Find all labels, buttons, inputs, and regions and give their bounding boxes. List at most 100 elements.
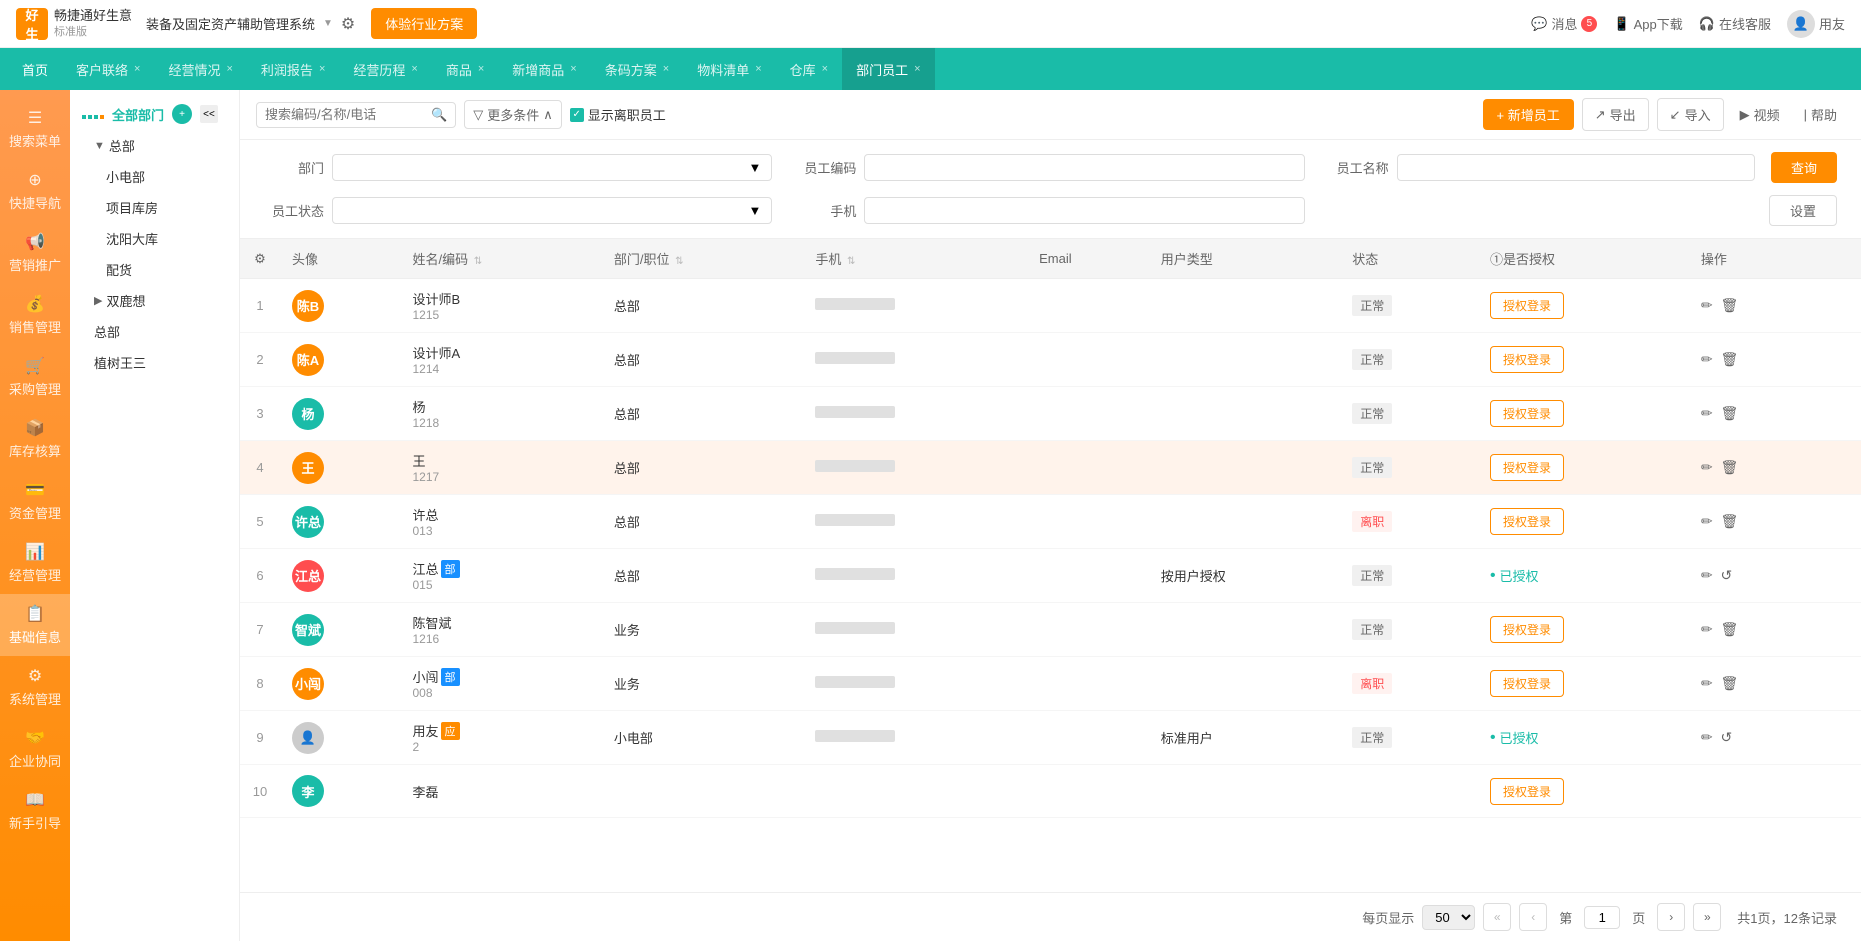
dept-item-zongbu[interactable]: 总部 <box>78 316 239 347</box>
show-resigned-checkbox[interactable]: ✓ 显示离职员工 <box>570 105 666 124</box>
settings-button[interactable]: 设置 <box>1769 195 1837 226</box>
auth-btn-5[interactable]: 授权登录 <box>1490 508 1564 535</box>
delete-btn-8[interactable]: 🗑 <box>1721 675 1739 692</box>
auth-btn-1[interactable]: 授权登录 <box>1490 292 1564 319</box>
edit-btn-5[interactable]: ✏ <box>1701 513 1713 530</box>
service-item[interactable]: 🎧 在线客服 <box>1699 14 1771 33</box>
delete-btn-3[interactable]: 🗑 <box>1721 405 1739 422</box>
tab-goods[interactable]: 商品 × <box>432 48 498 90</box>
delete-btn-1[interactable]: 🗑 <box>1721 297 1739 314</box>
dept-item-project[interactable]: 项目库房 <box>78 192 239 223</box>
tab-employees-close[interactable]: × <box>914 63 920 75</box>
sidebar-item-collab[interactable]: 🤝 企业协同 <box>0 718 70 780</box>
tab-goods-close[interactable]: × <box>478 63 484 75</box>
tab-employees[interactable]: 部门员工 × <box>842 48 934 90</box>
dept-filter-select[interactable]: ▼ <box>332 154 772 181</box>
tab-barcode[interactable]: 条码方案 × <box>591 48 683 90</box>
auth-btn-4[interactable]: 授权登录 <box>1490 454 1564 481</box>
view-btn[interactable]: ▶ 视频 <box>1732 99 1788 130</box>
system-dropdown-arrow[interactable]: ▼ <box>323 18 333 29</box>
sidebar-item-management[interactable]: 📊 经营管理 <box>0 532 70 594</box>
sidebar-item-sales[interactable]: 💰 销售管理 <box>0 284 70 346</box>
tab-history[interactable]: 经营历程 × <box>339 48 431 90</box>
dept-add-btn[interactable]: + <box>172 104 192 124</box>
delete-btn-2[interactable]: 🗑 <box>1721 351 1739 368</box>
auth-btn-8[interactable]: 授权登录 <box>1490 670 1564 697</box>
tab-history-close[interactable]: × <box>411 63 417 75</box>
phone-input[interactable] <box>864 197 1304 224</box>
edit-btn-7[interactable]: ✏ <box>1701 621 1713 638</box>
sidebar-item-basic[interactable]: 📋 基础信息 <box>0 594 70 656</box>
search-icon[interactable]: 🔍 <box>431 107 447 123</box>
prev-page-btn[interactable]: ‹ <box>1519 903 1547 931</box>
dept-collapse-btn[interactable]: << <box>200 105 218 123</box>
app-download-item[interactable]: 📱 App下载 <box>1613 14 1682 33</box>
tab-customer-close[interactable]: × <box>134 63 140 75</box>
sidebar-item-finance[interactable]: 💳 资金管理 <box>0 470 70 532</box>
sidebar-item-search[interactable]: ☰ 搜索菜单 <box>0 98 70 160</box>
user-item[interactable]: 👤 用友 <box>1787 10 1845 38</box>
edit-btn-6[interactable]: ✏ <box>1701 567 1713 584</box>
tab-operations[interactable]: 经营情况 × <box>154 48 246 90</box>
auth-btn-3[interactable]: 授权登录 <box>1490 400 1564 427</box>
trial-button[interactable]: 体验行业方案 <box>371 8 477 39</box>
col-settings-icon[interactable]: ⚙ <box>254 251 266 266</box>
import-btn[interactable]: ↙ 导入 <box>1657 98 1724 131</box>
edit-btn-1[interactable]: ✏ <box>1701 297 1713 314</box>
dept-item-shenyang[interactable]: 沈阳大库 <box>78 223 239 254</box>
sidebar-item-purchase[interactable]: 🛒 采购管理 <box>0 346 70 408</box>
dept-item-peihuo[interactable]: 配货 <box>78 254 239 285</box>
delete-btn-7[interactable]: 🗑 <box>1721 621 1739 638</box>
dept-item-zhishu[interactable]: 植树王三 <box>78 347 239 378</box>
tab-add-goods-close[interactable]: × <box>570 63 576 75</box>
sidebar-item-guide[interactable]: 📖 新手引导 <box>0 780 70 842</box>
dept-item-root[interactable]: ▼ 总部 <box>78 130 239 161</box>
search-button[interactable]: 查询 <box>1771 152 1837 183</box>
sidebar-item-inventory[interactable]: 📦 库存核算 <box>0 408 70 470</box>
tab-profit[interactable]: 利润报告 × <box>247 48 339 90</box>
next-page-btn[interactable]: › <box>1657 903 1685 931</box>
add-employee-btn[interactable]: + 新增员工 <box>1483 99 1574 130</box>
tab-home[interactable]: 首页 <box>8 48 62 90</box>
edit-btn-8[interactable]: ✏ <box>1701 675 1713 692</box>
tab-barcode-close[interactable]: × <box>663 63 669 75</box>
tab-bom[interactable]: 物料清单 × <box>683 48 775 90</box>
help-btn[interactable]: | 帮助 <box>1796 99 1845 130</box>
search-input[interactable] <box>265 107 425 122</box>
tab-profit-close[interactable]: × <box>319 63 325 75</box>
dept-item-xiaodian[interactable]: 小电部 <box>78 161 239 192</box>
tab-add-goods[interactable]: 新增商品 × <box>498 48 590 90</box>
tab-operations-close[interactable]: × <box>226 63 232 75</box>
export-btn[interactable]: ↗ 导出 <box>1582 98 1649 131</box>
sidebar-item-quicknav[interactable]: ⊕ 快捷导航 <box>0 160 70 222</box>
status-filter-select[interactable]: ▼ <box>332 197 772 224</box>
refresh-btn-6[interactable]: ↺ <box>1721 567 1733 584</box>
auth-btn-10[interactable]: 授权登录 <box>1490 778 1564 805</box>
sidebar-item-marketing[interactable]: 📢 营销推广 <box>0 222 70 284</box>
delete-btn-4[interactable]: 🗑 <box>1721 459 1739 476</box>
last-page-btn[interactable]: » <box>1693 903 1721 931</box>
sidebar-item-system[interactable]: ⚙ 系统管理 <box>0 656 70 718</box>
employee-name-input[interactable] <box>1397 154 1755 181</box>
dept-all-label[interactable]: 全部部门 <box>112 105 164 124</box>
auth-btn-2[interactable]: 授权登录 <box>1490 346 1564 373</box>
per-page-select[interactable]: 50 <box>1422 905 1475 930</box>
edit-btn-2[interactable]: ✏ <box>1701 351 1713 368</box>
edit-btn-3[interactable]: ✏ <box>1701 405 1713 422</box>
auth-btn-7[interactable]: 授权登录 <box>1490 616 1564 643</box>
message-item[interactable]: 💬 消息 5 <box>1531 14 1597 33</box>
employee-code-input[interactable] <box>864 154 1304 181</box>
refresh-btn-9[interactable]: ↺ <box>1721 729 1733 746</box>
tab-warehouse-close[interactable]: × <box>822 63 828 75</box>
delete-btn-5[interactable]: 🗑 <box>1721 513 1739 530</box>
page-number-input[interactable] <box>1584 906 1620 929</box>
tab-warehouse[interactable]: 仓库 × <box>776 48 842 90</box>
first-page-btn[interactable]: « <box>1483 903 1511 931</box>
tab-customer[interactable]: 客户联络 × <box>62 48 154 90</box>
more-conditions-btn[interactable]: ▽ 更多条件 ∧ <box>464 100 562 129</box>
edit-btn-4[interactable]: ✏ <box>1701 459 1713 476</box>
settings-icon[interactable]: ⚙ <box>341 14 355 34</box>
edit-btn-9[interactable]: ✏ <box>1701 729 1713 746</box>
tab-bom-close[interactable]: × <box>755 63 761 75</box>
dept-item-shuanglu[interactable]: ▶ 双鹿想 <box>78 285 239 316</box>
